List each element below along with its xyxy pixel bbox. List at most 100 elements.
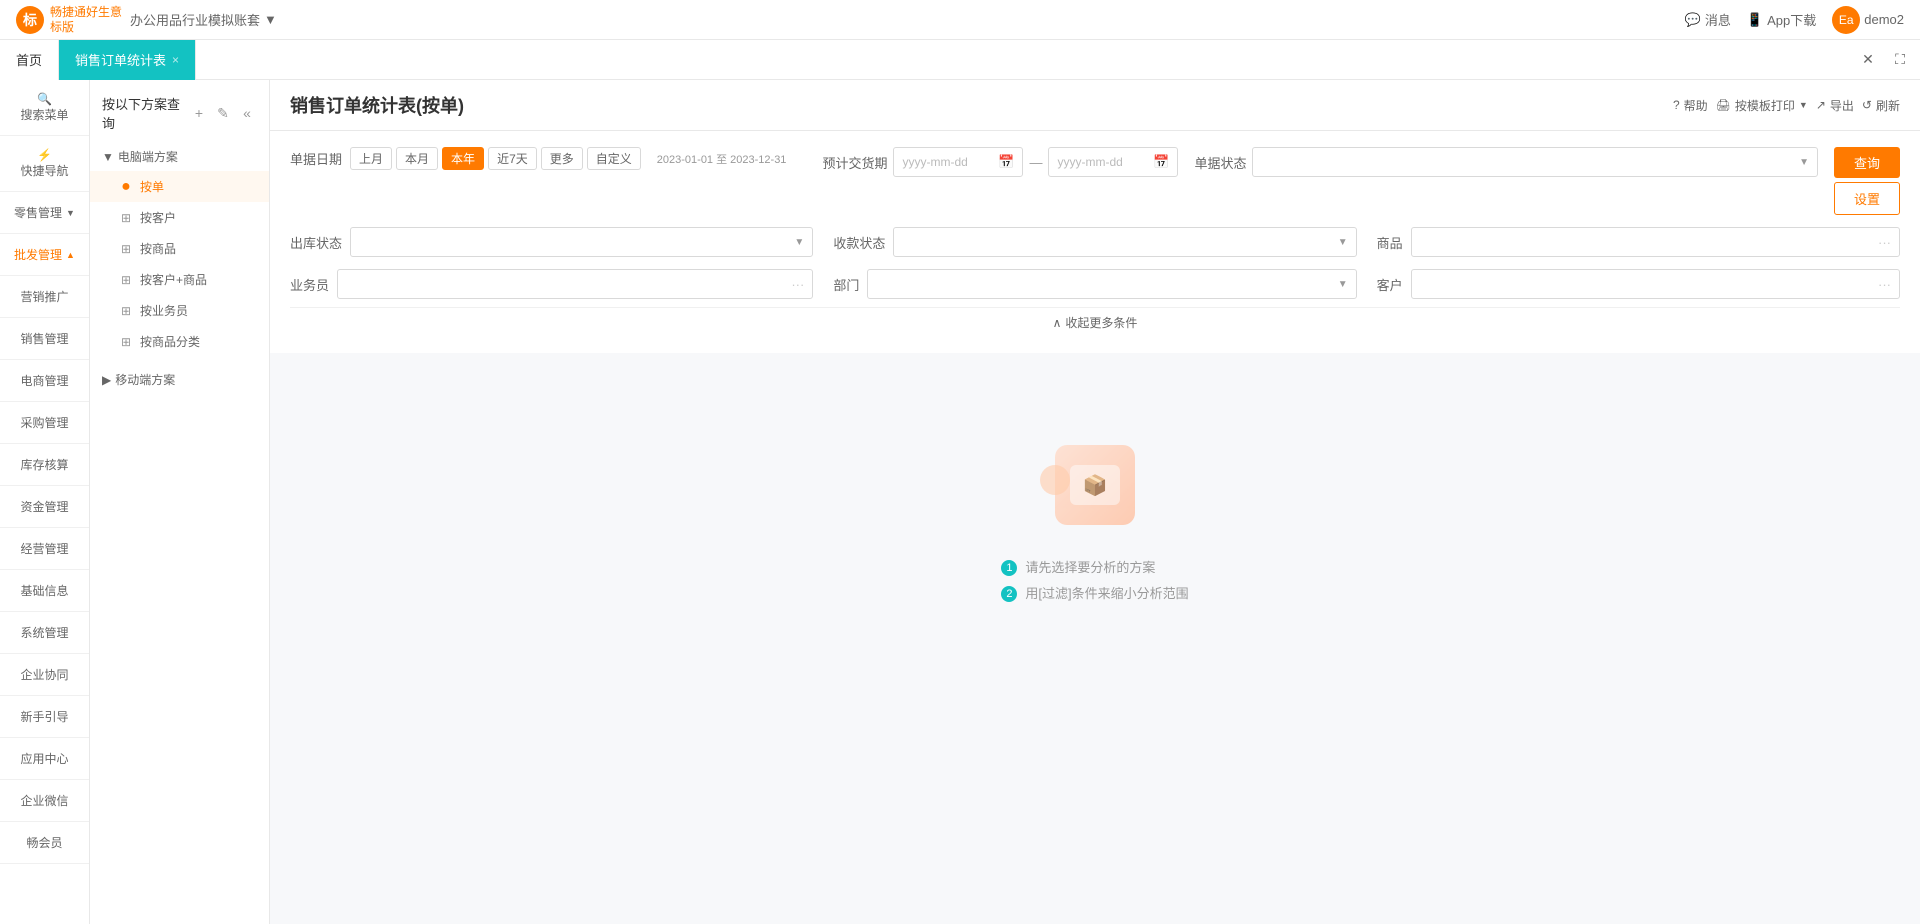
predicted-date-end[interactable]: yyyy-mm-dd 📅 xyxy=(1048,147,1178,177)
goods-label: 商品 xyxy=(1377,233,1403,252)
add-scheme-button[interactable]: + xyxy=(189,103,209,123)
scheme-item-by-salesperson[interactable]: ⊞ 按业务员 xyxy=(90,295,269,326)
page-actions: ? 帮助 🖨 按模板打印 ▼ ↗ 导出 ↺ 刷新 xyxy=(1673,97,1900,114)
sidebar-item-wholesale[interactable]: 批发管理 ▲ xyxy=(0,234,89,276)
goods-more-icon: ··· xyxy=(1878,235,1891,250)
sidebar-item-basic-label: 基础信息 xyxy=(8,582,81,599)
settings-button[interactable]: 设置 xyxy=(1834,182,1900,215)
collapse-panel-button[interactable]: « xyxy=(237,103,257,123)
scheme-item-icon: ● xyxy=(118,179,134,195)
logo-icon: 标 xyxy=(16,6,44,34)
sidebar-item-inventory[interactable]: 库存核算 xyxy=(0,444,89,486)
help-label: 帮助 xyxy=(1684,97,1708,114)
window-expand-button[interactable]: ⛶ xyxy=(1888,48,1912,72)
delivery-status-select[interactable]: ▼ xyxy=(350,227,813,257)
help-button[interactable]: ? 帮助 xyxy=(1673,97,1708,114)
sidebar-item-purchase[interactable]: 采购管理 xyxy=(0,402,89,444)
left-panel-header: 按以下方案查询 + ✎ « xyxy=(90,88,269,138)
tab-sales-order[interactable]: 销售订单统计表 × xyxy=(59,40,196,80)
shortcuts-icon: ⚡ xyxy=(37,148,52,162)
salesperson-label: 业务员 xyxy=(290,275,329,294)
window-close-button[interactable]: ✕ xyxy=(1856,48,1880,72)
breadcrumb[interactable]: 办公用品行业模拟账套 ▼ xyxy=(130,10,277,29)
user-avatar: Ea xyxy=(1832,6,1860,34)
scheme-item-by-customer[interactable]: ⊞ 按客户 xyxy=(90,202,269,233)
top-bar-right: 💬 消息 📱 App下载 Ea demo2 xyxy=(1685,6,1904,34)
date-btn-last-month[interactable]: 上月 xyxy=(350,147,392,170)
sidebar-item-basic[interactable]: 基础信息 xyxy=(0,570,89,612)
customer-label: 客户 xyxy=(1377,275,1403,294)
sidebar-item-management[interactable]: 经营管理 xyxy=(0,528,89,570)
sidebar-item-member[interactable]: 畅会员 xyxy=(0,822,89,864)
left-panel: 按以下方案查询 + ✎ « ▼ 电脑端方案 xyxy=(90,80,270,924)
department-label: 部门 xyxy=(833,275,859,294)
main-content: 销售订单统计表(按单) ? 帮助 🖨 按模板打印 ▼ ↗ 导出 xyxy=(270,80,1920,924)
scheme-item-by-goods[interactable]: ⊞ 按商品 xyxy=(90,233,269,264)
date-btn-custom[interactable]: 自定义 xyxy=(587,147,641,170)
export-button[interactable]: ↗ 导出 xyxy=(1816,97,1854,114)
salesperson-select[interactable]: ··· xyxy=(337,269,813,299)
refresh-button[interactable]: ↺ 刷新 xyxy=(1862,97,1900,114)
calendar-end-icon: 📅 xyxy=(1153,154,1169,170)
refresh-label: 刷新 xyxy=(1876,97,1900,114)
sidebar-item-marketing[interactable]: 营销推广 xyxy=(0,276,89,318)
tab-close-icon[interactable]: × xyxy=(172,53,179,67)
query-buttons-group: 查询 设置 xyxy=(1834,147,1900,215)
sidebar-item-guide[interactable]: 新手引导 xyxy=(0,696,89,738)
tab-bar-right: ✕ ⛶ xyxy=(1856,48,1920,72)
sidebar-item-sales[interactable]: 销售管理 xyxy=(0,318,89,360)
template-print-button[interactable]: 🖨 按模板打印 ▼ xyxy=(1716,97,1808,114)
collapse-filter-button[interactable]: ∧ 收起更多条件 xyxy=(290,307,1900,337)
customer-select[interactable]: ··· xyxy=(1411,269,1900,299)
date-btn-this-month[interactable]: 本月 xyxy=(396,147,438,170)
date-btn-this-year[interactable]: 本年 xyxy=(442,147,484,170)
sidebar-item-system[interactable]: 系统管理 xyxy=(0,612,89,654)
template-print-label: 按模板打印 xyxy=(1735,97,1795,114)
scheme-item-goods-label: 按商品 xyxy=(140,240,176,257)
sidebar-item-search[interactable]: 🔍 搜索菜单 xyxy=(0,80,89,136)
sidebar-item-finance[interactable]: 资金管理 xyxy=(0,486,89,528)
logo-text: 畅捷通好生意 标版 xyxy=(50,5,122,34)
scheme-item-by-customer-goods[interactable]: ⊞ 按客户+商品 xyxy=(90,264,269,295)
window-close-icon: ✕ xyxy=(1862,51,1874,68)
scheme-group-mobile-title[interactable]: ▶ 移动端方案 xyxy=(90,365,269,394)
date-dash: — xyxy=(1029,155,1042,170)
message-button[interactable]: 💬 消息 xyxy=(1685,10,1731,29)
tip-item-2: 2 用[过滤]条件来缩小分析范围 xyxy=(1001,581,1188,607)
collection-status-select[interactable]: ▼ xyxy=(893,227,1356,257)
sidebar-item-wechat[interactable]: 企业微信 xyxy=(0,780,89,822)
sidebar-item-collaboration[interactable]: 企业协同 xyxy=(0,654,89,696)
department-select[interactable]: ▼ xyxy=(867,269,1356,299)
scheme-item-by-order[interactable]: ● 按单 xyxy=(90,171,269,202)
sidebar-item-shortcuts[interactable]: ⚡ 快捷导航 xyxy=(0,136,89,192)
help-icon: ? xyxy=(1673,98,1680,112)
app-download-icon: 📱 xyxy=(1747,12,1763,28)
scheme-item-by-category[interactable]: ⊞ 按商品分类 xyxy=(90,326,269,357)
collection-select-arrow: ▼ xyxy=(1338,237,1348,248)
user-area[interactable]: Ea demo2 xyxy=(1832,6,1904,34)
sidebar-item-member-label: 畅会员 xyxy=(8,834,81,851)
tab-home[interactable]: 首页 xyxy=(0,40,59,80)
scheme-item-cat-label: 按商品分类 xyxy=(140,333,200,350)
sidebar-item-retail[interactable]: 零售管理 ▼ xyxy=(0,192,89,234)
calendar-start-icon: 📅 xyxy=(998,154,1014,170)
app-download-button[interactable]: 📱 App下载 xyxy=(1747,10,1816,29)
date-btn-7days[interactable]: 近7天 xyxy=(488,147,537,170)
scheme-group-desktop-title[interactable]: ▼ 电脑端方案 xyxy=(90,142,269,171)
print-icon: 🖨 xyxy=(1716,98,1731,112)
user-name: demo2 xyxy=(1864,12,1904,27)
sidebar-item-apps[interactable]: 应用中心 xyxy=(0,738,89,780)
group-expand-icon: ▼ xyxy=(102,150,114,164)
single-status-select[interactable]: ▼ xyxy=(1252,147,1818,177)
goods-select[interactable]: ··· xyxy=(1411,227,1900,257)
predicted-date-start[interactable]: yyyy-mm-dd 📅 xyxy=(893,147,1023,177)
sidebar-item-ecommerce[interactable]: 电商管理 xyxy=(0,360,89,402)
add-icon: + xyxy=(195,105,203,121)
scheme-item-sp-label: 按业务员 xyxy=(140,302,188,319)
app-download-label: App下载 xyxy=(1767,10,1816,29)
window-expand-icon: ⛶ xyxy=(1895,51,1905,68)
edit-scheme-button[interactable]: ✎ xyxy=(213,103,233,123)
query-button[interactable]: 查询 xyxy=(1834,147,1900,178)
scheme-group-mobile: ▶ 移动端方案 xyxy=(90,361,269,398)
date-btn-more[interactable]: 更多 xyxy=(541,147,583,170)
